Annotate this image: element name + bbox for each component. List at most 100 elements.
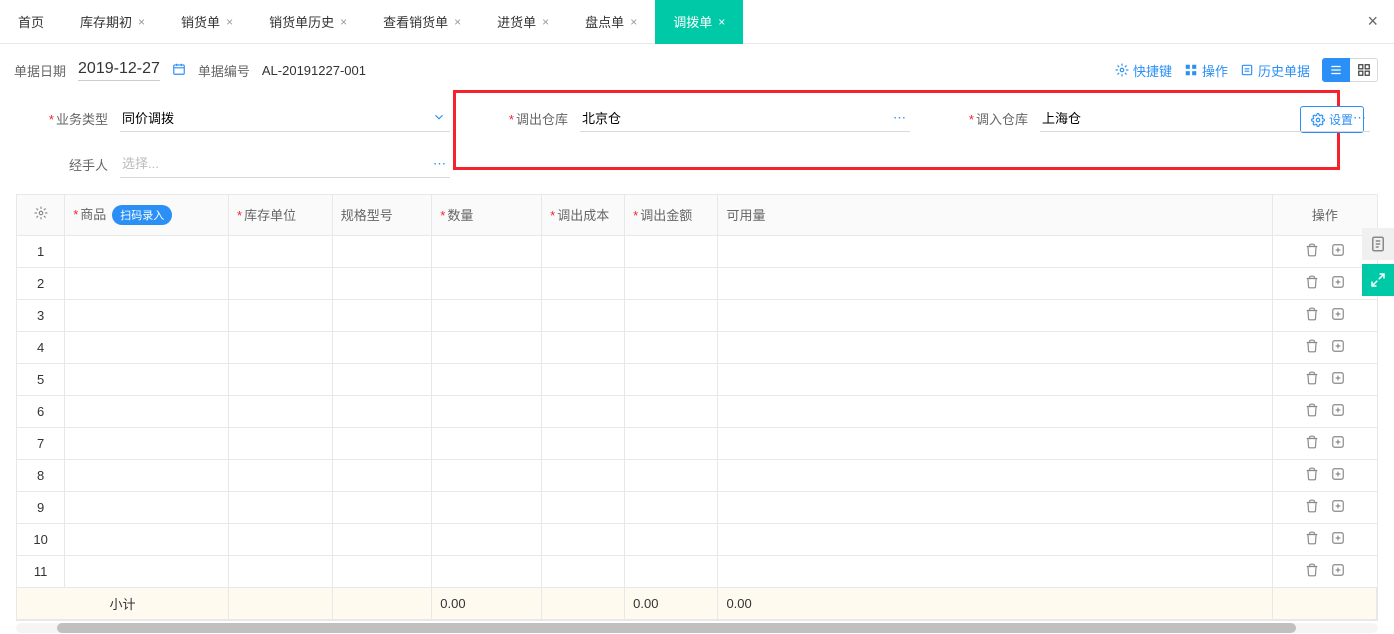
cell-spec[interactable] [332,331,432,363]
col-settings[interactable] [17,195,65,235]
cell-qty[interactable] [432,395,542,427]
cell-avail[interactable] [718,555,1273,587]
cell-unit[interactable] [229,395,333,427]
cell-product[interactable] [65,555,229,587]
handler-input[interactable] [120,150,450,178]
cell-qty[interactable] [432,427,542,459]
cell-avail[interactable] [718,267,1273,299]
table-row[interactable]: 1 [17,235,1377,267]
cell-spec[interactable] [332,459,432,491]
cell-product[interactable] [65,427,229,459]
delete-row-icon[interactable] [1305,307,1319,324]
cell-unit[interactable] [229,331,333,363]
add-row-icon[interactable] [1331,403,1345,420]
cell-amount[interactable] [625,395,718,427]
add-row-icon[interactable] [1331,275,1345,292]
cell-unit[interactable] [229,235,333,267]
grid-view-button[interactable] [1350,58,1378,82]
delete-row-icon[interactable] [1305,499,1319,516]
more-icon[interactable]: ⋯ [893,110,906,126]
more-icon[interactable]: ⋯ [1353,110,1366,126]
cell-avail[interactable] [718,491,1273,523]
delete-row-icon[interactable] [1305,403,1319,420]
delete-row-icon[interactable] [1305,531,1319,548]
cell-amount[interactable] [625,331,718,363]
cell-product[interactable] [65,331,229,363]
gear-icon[interactable] [34,208,48,223]
cell-qty[interactable] [432,459,542,491]
add-row-icon[interactable] [1331,435,1345,452]
cell-spec[interactable] [332,363,432,395]
out-warehouse-input[interactable] [580,104,910,132]
chevron-down-icon[interactable] [432,110,446,127]
table-row[interactable]: 7 [17,427,1377,459]
cell-amount[interactable] [625,427,718,459]
delete-row-icon[interactable] [1305,243,1319,260]
cell-spec[interactable] [332,235,432,267]
cell-qty[interactable] [432,235,542,267]
cell-amount[interactable] [625,523,718,555]
scan-badge[interactable]: 扫码录入 [112,205,172,225]
cell-spec[interactable] [332,395,432,427]
cell-product[interactable] [65,363,229,395]
biz-type-input[interactable] [120,104,450,132]
cell-amount[interactable] [625,363,718,395]
cell-spec[interactable] [332,267,432,299]
cell-cost[interactable] [542,395,625,427]
cell-unit[interactable] [229,459,333,491]
cell-avail[interactable] [718,395,1273,427]
delete-row-icon[interactable] [1305,467,1319,484]
cell-qty[interactable] [432,555,542,587]
add-row-icon[interactable] [1331,307,1345,324]
tab-purchase[interactable]: 进货单× [479,0,567,44]
delete-row-icon[interactable] [1305,371,1319,388]
table-row[interactable]: 6 [17,395,1377,427]
cell-cost[interactable] [542,427,625,459]
add-row-icon[interactable] [1331,339,1345,356]
cell-product[interactable] [65,267,229,299]
cell-cost[interactable] [542,267,625,299]
close-icon[interactable]: × [454,15,461,29]
add-row-icon[interactable] [1331,499,1345,516]
close-icon[interactable]: × [138,15,145,29]
cell-unit[interactable] [229,555,333,587]
history-button[interactable]: 历史单据 [1240,61,1310,80]
table-row[interactable]: 10 [17,523,1377,555]
cell-cost[interactable] [542,299,625,331]
cell-avail[interactable] [718,523,1273,555]
cell-qty[interactable] [432,491,542,523]
add-row-icon[interactable] [1331,531,1345,548]
table-row[interactable]: 3 [17,299,1377,331]
cell-product[interactable] [65,299,229,331]
add-row-icon[interactable] [1331,467,1345,484]
in-warehouse-input[interactable] [1040,104,1370,132]
tab-stocktake[interactable]: 盘点单× [567,0,655,44]
cell-product[interactable] [65,235,229,267]
cell-cost[interactable] [542,459,625,491]
horizontal-scrollbar[interactable] [16,623,1378,633]
calendar-icon[interactable] [172,62,186,79]
cell-avail[interactable] [718,299,1273,331]
close-icon[interactable]: × [340,15,347,29]
cell-spec[interactable] [332,491,432,523]
operate-button[interactable]: 操作 [1184,61,1228,80]
cell-spec[interactable] [332,427,432,459]
shortcut-button[interactable]: 快捷键 [1115,61,1172,80]
tab-inventory-init[interactable]: 库存期初× [62,0,163,44]
tab-sales[interactable]: 销货单× [163,0,251,44]
cell-product[interactable] [65,491,229,523]
cell-qty[interactable] [432,523,542,555]
cell-unit[interactable] [229,427,333,459]
cell-avail[interactable] [718,459,1273,491]
date-value[interactable]: 2019-12-27 [78,60,160,81]
cell-unit[interactable] [229,363,333,395]
cell-product[interactable] [65,395,229,427]
delete-row-icon[interactable] [1305,563,1319,580]
add-row-icon[interactable] [1331,243,1345,260]
cell-cost[interactable] [542,235,625,267]
delete-row-icon[interactable] [1305,275,1319,292]
cell-amount[interactable] [625,299,718,331]
close-icon[interactable]: × [226,15,233,29]
delete-row-icon[interactable] [1305,435,1319,452]
add-row-icon[interactable] [1331,371,1345,388]
